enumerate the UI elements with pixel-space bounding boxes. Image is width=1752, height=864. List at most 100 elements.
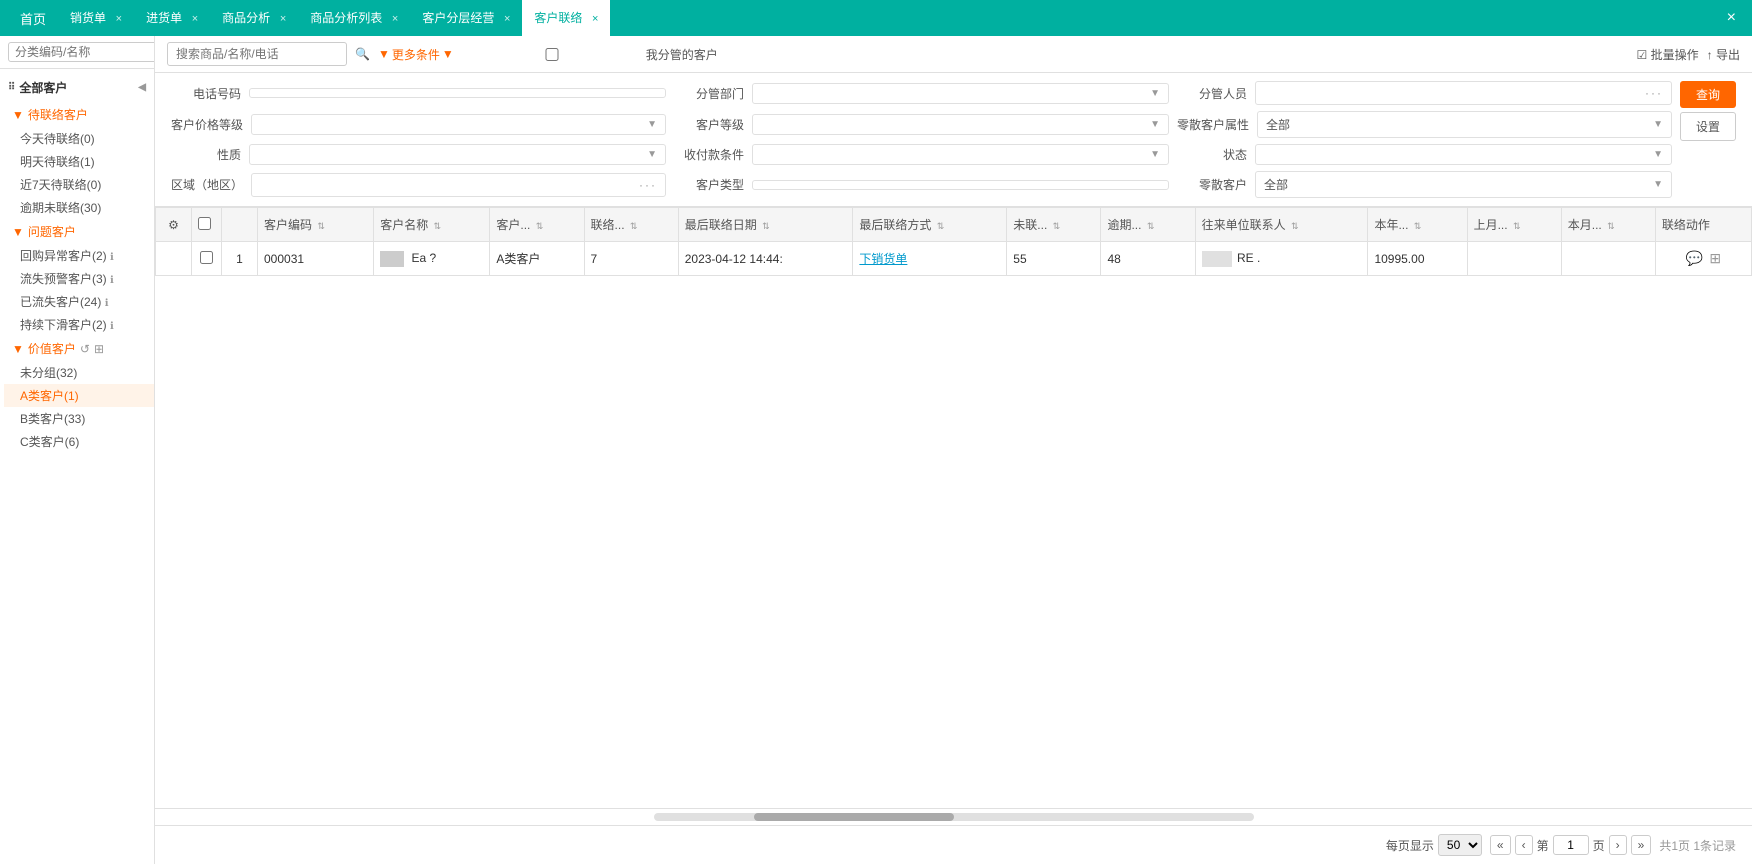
info-icon-1: ℹ (110, 275, 114, 286)
th-customer-name[interactable]: 客户名称 ⇅ (374, 208, 490, 242)
last-contact-method-link[interactable]: 下销货单 (859, 252, 907, 266)
region-input[interactable]: ··· (251, 173, 666, 197)
manager-dots: ··· (1645, 86, 1663, 100)
row-checkbox[interactable] (200, 251, 213, 264)
export-button[interactable]: ↑ 导出 (1707, 46, 1740, 63)
customer-grade-dropdown[interactable]: ▼ (752, 114, 1169, 135)
chat-action-icon[interactable]: 💬 (1686, 250, 1703, 267)
td-this-month (1561, 242, 1655, 276)
tab-product-analysis[interactable]: 商品分析 × (210, 0, 298, 36)
manager-input[interactable]: ··· (1255, 81, 1672, 105)
page-number-input[interactable] (1553, 835, 1589, 855)
problem-customers-title[interactable]: ▼ 问题客户 (4, 219, 154, 244)
sidebar-item-abnormal-repurchase[interactable]: 回购异常客户(2) ℹ (4, 244, 154, 267)
settings-button[interactable]: 设置 (1680, 112, 1736, 141)
close-sales-tab[interactable]: × (116, 13, 122, 25)
per-page-select[interactable]: 50 (1438, 834, 1482, 856)
window-close-button[interactable]: × (1719, 9, 1744, 27)
search-button[interactable]: 🔍 (355, 47, 370, 61)
tab-purchase[interactable]: 进货单 × (134, 0, 210, 36)
batch-op-button[interactable]: ☑ 批量操作 (1637, 46, 1699, 63)
settings-value-icon[interactable]: ⊞ (94, 342, 104, 356)
home-tab[interactable]: 首页 (8, 9, 58, 28)
nature-dropdown[interactable]: ▼ (249, 144, 666, 165)
prev-page-button[interactable]: ‹ (1515, 835, 1533, 855)
last-page-button[interactable]: » (1631, 835, 1652, 855)
sidebar-item-overdue[interactable]: 逾期未联络(30) (4, 196, 154, 219)
my-customers-checkbox[interactable] (462, 48, 642, 61)
adv-filter-wrapper: 电话号码 分管部门 ▼ (171, 81, 1736, 198)
retail-attr-dropdown[interactable]: 全部 ▼ (1257, 111, 1672, 138)
grid-action-icon[interactable]: ⊞ (1709, 250, 1721, 267)
th-this-year[interactable]: 本年... ⇅ (1368, 208, 1467, 242)
td-customer-code: 000031 (258, 242, 374, 276)
th-uncontacted[interactable]: 未联... ⇅ (1007, 208, 1101, 242)
search-input[interactable] (167, 42, 347, 66)
select-all-checkbox[interactable] (198, 217, 211, 230)
more-filter-button[interactable]: ▼ 更多条件 ▼ (378, 46, 454, 63)
th-overdue[interactable]: 逾期... ⇅ (1101, 208, 1195, 242)
filter-customer-type: 客户类型 (674, 176, 1169, 193)
dept-arrow: ▼ (1150, 88, 1160, 99)
close-purchase-tab[interactable]: × (192, 13, 198, 25)
scrollbar-thumb[interactable] (754, 813, 954, 821)
close-customer-segmentation-tab[interactable]: × (504, 13, 510, 25)
th-this-month[interactable]: 本月... ⇅ (1561, 208, 1655, 242)
info-icon-0: ℹ (110, 252, 114, 263)
payment-dropdown[interactable]: ▼ (752, 144, 1169, 165)
sidebar-item-class-c[interactable]: C类客户(6) (4, 430, 154, 453)
retail-attr-arrow: ▼ (1653, 119, 1663, 130)
sidebar-item-churned[interactable]: 已流失客户(24) ℹ (4, 290, 154, 313)
sidebar-item-churn-warning[interactable]: 流失预警客户(3) ℹ (4, 267, 154, 290)
phone-input[interactable] (249, 88, 666, 98)
tab-product-analysis-list[interactable]: 商品分析列表 × (298, 0, 410, 36)
next-page-button[interactable]: › (1609, 835, 1627, 855)
sidebar-item-ungrouped[interactable]: 未分组(32) (4, 361, 154, 384)
pending-contact-title[interactable]: ▼ 待联络客户 (4, 102, 154, 127)
sidebar-search-input[interactable] (8, 42, 155, 62)
manager-label: 分管人员 (1177, 85, 1247, 102)
th-contact[interactable]: 联络... ⇅ (584, 208, 678, 242)
query-button[interactable]: 查询 (1680, 81, 1736, 108)
status-arrow: ▼ (1653, 149, 1663, 160)
expand-arrow-2: ▼ (12, 225, 24, 239)
td-checkbox[interactable] (192, 242, 222, 276)
sidebar-item-class-a[interactable]: A类客户(1) (4, 384, 154, 407)
sidebar-item-7days[interactable]: 近7天待联络(0) (4, 173, 154, 196)
tab-customer-contact[interactable]: 客户联络 × (522, 0, 610, 36)
retail-customer-dropdown[interactable]: 全部 ▼ (1255, 171, 1672, 198)
tab-sales[interactable]: 销货单 × (58, 0, 134, 36)
horizontal-scrollbar[interactable] (155, 808, 1752, 825)
value-customers-title[interactable]: ▼ 价值客户 ↺ ⊞ (4, 336, 154, 361)
scrollbar-track[interactable] (654, 813, 1254, 821)
price-grade-dropdown[interactable]: ▼ (251, 114, 666, 135)
status-dropdown[interactable]: ▼ (1255, 144, 1672, 165)
filter-region: 区域（地区） ··· (171, 173, 666, 197)
th-last-month[interactable]: 上月... ⇅ (1467, 208, 1561, 242)
td-last-contact-method[interactable]: 下销货单 (853, 242, 1007, 276)
th-unit-contact[interactable]: 往来单位联系人 ⇅ (1195, 208, 1368, 242)
th-customer-type[interactable]: 客户... ⇅ (490, 208, 584, 242)
close-customer-contact-tab[interactable]: × (592, 13, 598, 25)
my-customers-checkbox-label[interactable]: 我分管的客户 (462, 46, 718, 63)
expand-arrow-3: ▼ (12, 342, 24, 356)
close-product-analysis-tab[interactable]: × (280, 13, 286, 25)
th-last-contact-date[interactable]: 最后联络日期 ⇅ (678, 208, 853, 242)
dept-dropdown[interactable]: ▼ (752, 83, 1169, 104)
sidebar-item-tomorrow[interactable]: 明天待联络(1) (4, 150, 154, 173)
all-customers-title[interactable]: ⠿ 全部客户 ◀ (8, 75, 146, 100)
th-last-contact-method[interactable]: 最后联络方式 ⇅ (853, 208, 1007, 242)
th-settings[interactable]: ⚙ (156, 208, 192, 242)
sidebar-item-class-b[interactable]: B类客户(33) (4, 407, 154, 430)
payment-label: 收付款条件 (674, 146, 744, 163)
th-checkbox[interactable] (192, 208, 222, 242)
sidebar-item-declining[interactable]: 持续下滑客户(2) ℹ (4, 313, 154, 336)
tab-customer-segmentation[interactable]: 客户分层经营 × (410, 0, 522, 36)
sidebar-search-area: 🔍 (0, 36, 154, 69)
customer-type-input[interactable] (752, 180, 1169, 190)
th-customer-code[interactable]: 客户编码 ⇅ (258, 208, 374, 242)
sidebar-item-today[interactable]: 今天待联络(0) (4, 127, 154, 150)
refresh-value-icon[interactable]: ↺ (80, 342, 90, 356)
close-product-analysis-list-tab[interactable]: × (392, 13, 398, 25)
first-page-button[interactable]: « (1490, 835, 1511, 855)
